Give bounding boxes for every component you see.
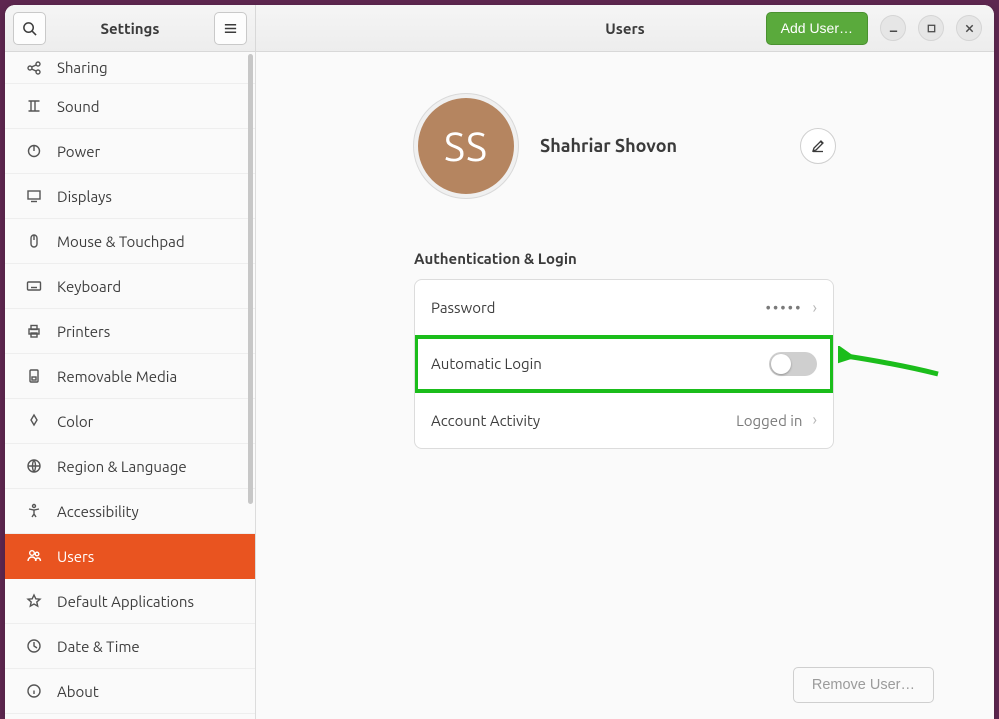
displays-icon (25, 188, 43, 204)
users-icon (25, 548, 43, 564)
window-controls (880, 15, 982, 41)
avatar[interactable]: SS (414, 94, 518, 198)
globe-icon (25, 458, 43, 474)
body: Sharing Sound Power Displays Mouse & Tou… (5, 52, 994, 719)
profile-header: SS Shahriar Shovon (414, 94, 994, 198)
sidebar-item-displays[interactable]: Displays (5, 174, 255, 219)
minimize-button[interactable] (880, 15, 906, 41)
hamburger-menu-button[interactable] (214, 12, 247, 45)
sidebar-item-label: Power (57, 143, 100, 160)
activity-value: Logged in (736, 412, 802, 429)
sidebar-item-label: Accessibility (57, 503, 139, 520)
sidebar-item-mouse[interactable]: Mouse & Touchpad (5, 219, 255, 264)
automatic-login-row[interactable]: Automatic Login (415, 336, 833, 392)
display-name: Shahriar Shovon (540, 136, 677, 156)
sidebar-item-keyboard[interactable]: Keyboard (5, 264, 255, 309)
removable-media-icon (25, 368, 43, 384)
info-icon (25, 683, 43, 699)
accessibility-icon (25, 503, 43, 519)
edit-name-button[interactable] (800, 128, 836, 164)
password-label: Password (431, 299, 495, 316)
sidebar-item-label: Color (57, 413, 93, 430)
close-button[interactable] (956, 15, 982, 41)
sidebar-item-sound[interactable]: Sound (5, 84, 255, 129)
keyboard-icon (25, 278, 43, 294)
chevron-right-icon: › (813, 411, 818, 429)
settings-window: Settings Users Add User… (5, 5, 994, 719)
sidebar-item-power[interactable]: Power (5, 129, 255, 174)
sidebar-item-printers[interactable]: Printers (5, 309, 255, 354)
color-icon (25, 413, 43, 429)
auth-section-title: Authentication & Login (414, 250, 994, 267)
sidebar-item-removable[interactable]: Removable Media (5, 354, 255, 399)
power-icon (25, 143, 43, 159)
auth-listbox: Password ••••• › Automatic Login Account… (414, 279, 834, 449)
clock-icon (25, 638, 43, 654)
sidebar-item-label: Default Applications (57, 593, 194, 610)
password-value: ••••• › (765, 299, 817, 317)
account-activity-row[interactable]: Account Activity Logged in › (415, 392, 833, 448)
activity-value-wrap: Logged in › (736, 411, 817, 429)
sidebar-item-label: Users (57, 548, 94, 565)
activity-label: Account Activity (431, 412, 540, 429)
printers-icon (25, 323, 43, 339)
sidebar-item-label: Mouse & Touchpad (57, 233, 185, 250)
sidebar-item-label: Removable Media (57, 368, 177, 385)
titlebar: Settings Users Add User… (5, 5, 994, 52)
sidebar-item-accessibility[interactable]: Accessibility (5, 489, 255, 534)
sidebar-item-datetime[interactable]: Date & Time (5, 624, 255, 669)
add-user-button[interactable]: Add User… (766, 12, 868, 45)
arrow-annotation (838, 346, 948, 406)
scrollbar-thumb[interactable] (248, 54, 253, 504)
app-title: Settings (46, 20, 214, 37)
titlebar-content-section: Users Add User… (256, 5, 994, 51)
sidebar-item-region[interactable]: Region & Language (5, 444, 255, 489)
sidebar-item-label: Date & Time (57, 638, 140, 655)
sidebar-item-label: Sound (57, 98, 100, 115)
sidebar-item-sharing[interactable]: Sharing (5, 52, 255, 84)
sidebar-item-users[interactable]: Users (5, 534, 255, 579)
sidebar-item-label: About (57, 683, 99, 700)
password-row[interactable]: Password ••••• › (415, 280, 833, 336)
autologin-switch[interactable] (769, 352, 817, 376)
sidebar-item-label: Region & Language (57, 458, 187, 475)
sidebar-item-default[interactable]: Default Applications (5, 579, 255, 624)
sidebar[interactable]: Sharing Sound Power Displays Mouse & Tou… (5, 52, 256, 719)
content-panel: SS Shahriar Shovon Authentication & Logi… (256, 52, 994, 719)
autologin-label: Automatic Login (431, 355, 542, 372)
remove-user-button[interactable]: Remove User… (793, 667, 934, 703)
sidebar-item-label: Displays (57, 188, 112, 205)
sharing-icon (25, 60, 43, 76)
sidebar-item-label: Keyboard (57, 278, 121, 295)
maximize-button[interactable] (918, 15, 944, 41)
sidebar-item-color[interactable]: Color (5, 399, 255, 444)
chevron-right-icon: › (813, 299, 818, 317)
sidebar-item-label: Printers (57, 323, 110, 340)
password-mask: ••••• (765, 299, 802, 316)
sidebar-item-label: Sharing (57, 59, 108, 76)
search-button[interactable] (13, 12, 46, 45)
sidebar-item-about[interactable]: About (5, 669, 255, 714)
sound-icon (25, 98, 43, 114)
titlebar-sidebar-section: Settings (5, 5, 256, 51)
star-icon (25, 593, 43, 609)
mouse-icon (25, 233, 43, 249)
